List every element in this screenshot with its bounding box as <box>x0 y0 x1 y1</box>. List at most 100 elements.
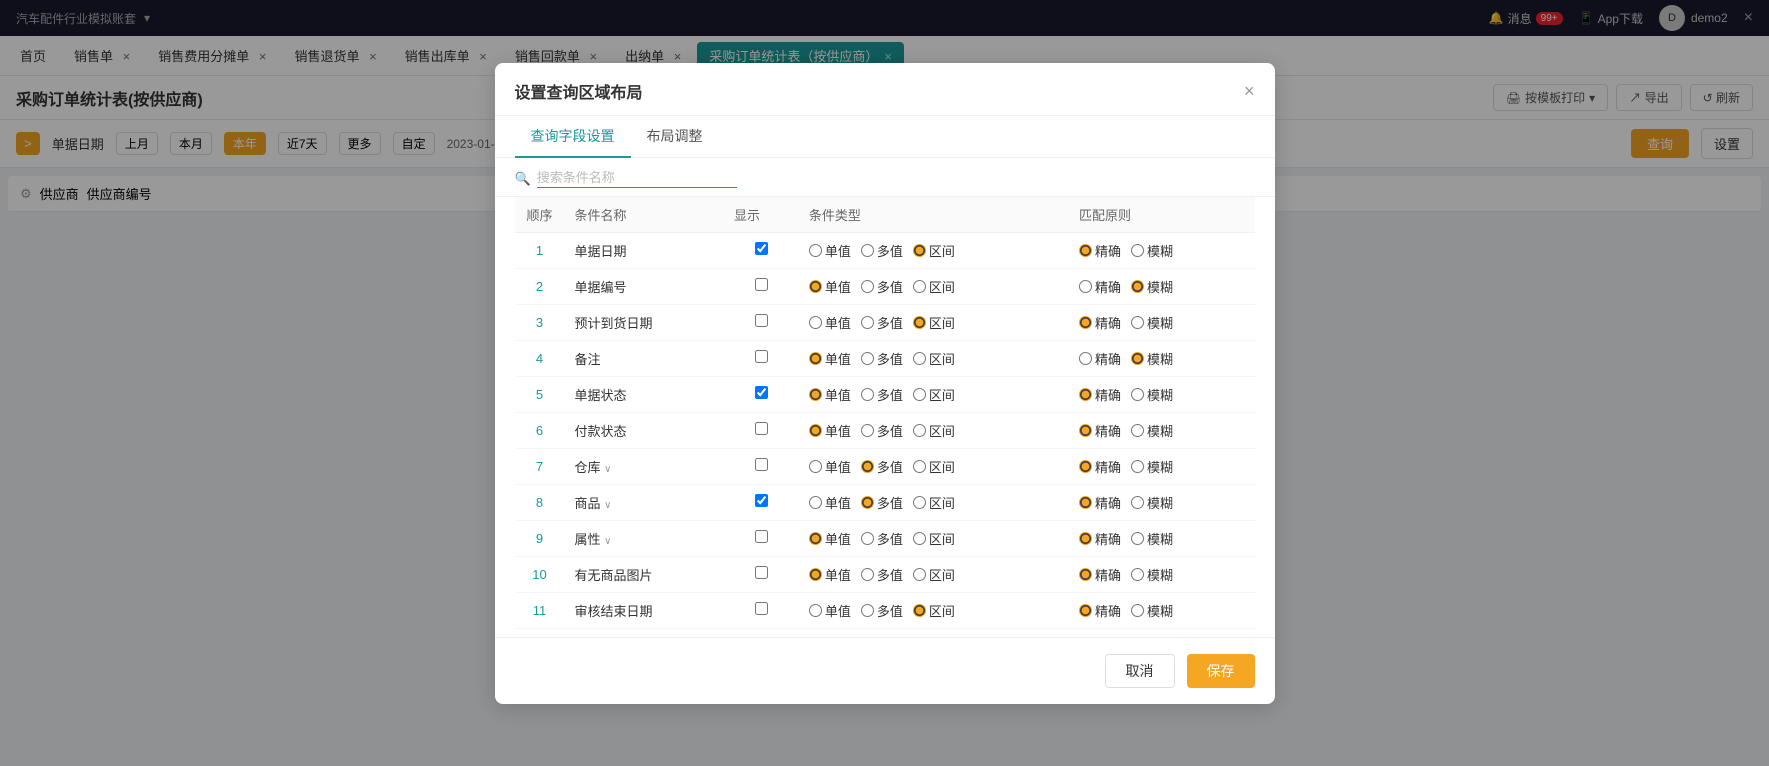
cell-match: 精确 模糊 <box>1069 376 1255 412</box>
type-radio-range[interactable]: 区间 <box>913 601 955 620</box>
cell-name: 单据编号 <box>565 268 724 304</box>
match-radio-exact[interactable]: 精确 <box>1079 349 1121 368</box>
match-radio-fuzzy[interactable]: 模糊 <box>1131 601 1173 620</box>
match-radio-exact[interactable]: 精确 <box>1079 385 1121 404</box>
match-radio-fuzzy[interactable]: 模糊 <box>1131 529 1173 548</box>
display-checkbox[interactable] <box>755 530 768 543</box>
type-radio-single[interactable]: 单值 <box>809 349 851 368</box>
type-radio-range[interactable]: 区间 <box>913 529 955 548</box>
type-radio-single[interactable]: 单值 <box>809 241 851 260</box>
match-radio-fuzzy[interactable]: 模糊 <box>1131 457 1173 476</box>
type-radio-range[interactable]: 区间 <box>913 349 955 368</box>
match-radio-exact[interactable]: 精确 <box>1079 529 1121 548</box>
tab-query-field-settings[interactable]: 查询字段设置 <box>515 116 631 158</box>
cell-name: 付款状态 <box>565 412 724 448</box>
match-radio-exact[interactable]: 精确 <box>1079 277 1121 296</box>
type-radio-multi[interactable]: 多值 <box>861 457 903 476</box>
display-checkbox[interactable] <box>755 566 768 579</box>
dialog-close-btn[interactable]: × <box>1244 82 1255 100</box>
cell-match: 精确 模糊 <box>1069 268 1255 304</box>
cell-order: 8 <box>515 484 565 520</box>
match-radio-fuzzy[interactable]: 模糊 <box>1131 349 1173 368</box>
type-radio-range[interactable]: 区间 <box>913 493 955 512</box>
match-radio-exact[interactable]: 精确 <box>1079 493 1121 512</box>
type-radio-single[interactable]: 单值 <box>809 313 851 332</box>
match-radio-fuzzy[interactable]: 模糊 <box>1131 313 1173 332</box>
cell-display[interactable] <box>724 268 799 304</box>
cell-display[interactable] <box>724 484 799 520</box>
match-radio-exact[interactable]: 精确 <box>1079 601 1121 620</box>
type-radio-range[interactable]: 区间 <box>913 385 955 404</box>
display-checkbox[interactable] <box>755 386 768 399</box>
type-radio-range[interactable]: 区间 <box>913 277 955 296</box>
type-radio-multi[interactable]: 多值 <box>861 313 903 332</box>
type-radio-single[interactable]: 单值 <box>809 529 851 548</box>
dialog-footer: 取消 保存 <box>495 637 1275 704</box>
match-radio-exact[interactable]: 精确 <box>1079 457 1121 476</box>
display-checkbox[interactable] <box>755 494 768 507</box>
cell-name: 审核结束日期 <box>565 592 724 628</box>
save-button[interactable]: 保存 <box>1187 654 1255 688</box>
cell-display[interactable] <box>724 520 799 556</box>
cell-match: 精确 模糊 <box>1069 340 1255 376</box>
type-radio-multi[interactable]: 多值 <box>861 421 903 440</box>
type-radio-range[interactable]: 区间 <box>913 241 955 260</box>
type-radio-multi[interactable]: 多值 <box>861 493 903 512</box>
type-radio-single[interactable]: 单值 <box>809 493 851 512</box>
type-radio-multi[interactable]: 多值 <box>861 349 903 368</box>
type-radio-single[interactable]: 单值 <box>809 457 851 476</box>
type-radio-multi[interactable]: 多值 <box>861 241 903 260</box>
cell-display[interactable] <box>724 448 799 484</box>
cancel-button[interactable]: 取消 <box>1105 654 1175 688</box>
match-radio-exact[interactable]: 精确 <box>1079 241 1121 260</box>
type-radio-single[interactable]: 单值 <box>809 565 851 584</box>
type-radio-range[interactable]: 区间 <box>913 421 955 440</box>
cell-display[interactable] <box>724 592 799 628</box>
cell-display[interactable] <box>724 412 799 448</box>
display-checkbox[interactable] <box>755 422 768 435</box>
type-radio-range[interactable]: 区间 <box>913 565 955 584</box>
match-radio-exact[interactable]: 精确 <box>1079 565 1121 584</box>
match-radio-fuzzy[interactable]: 模糊 <box>1131 565 1173 584</box>
col-order: 顺序 <box>515 197 565 233</box>
match-radio-fuzzy[interactable]: 模糊 <box>1131 421 1173 440</box>
display-checkbox[interactable] <box>755 314 768 327</box>
match-radio-fuzzy[interactable]: 模糊 <box>1131 277 1173 296</box>
type-radio-single[interactable]: 单值 <box>809 421 851 440</box>
cell-match: 精确 模糊 <box>1069 448 1255 484</box>
type-radio-multi[interactable]: 多值 <box>861 385 903 404</box>
display-checkbox[interactable] <box>755 242 768 255</box>
match-radio-fuzzy[interactable]: 模糊 <box>1131 493 1173 512</box>
match-radio-fuzzy[interactable]: 模糊 <box>1131 241 1173 260</box>
settings-dialog: 设置查询区域布局 × 查询字段设置 布局调整 🔍 顺序 条件名称 显示 条件类型 <box>495 63 1275 704</box>
type-radio-single[interactable]: 单值 <box>809 601 851 620</box>
cell-order: 5 <box>515 376 565 412</box>
type-radio-single[interactable]: 单值 <box>809 385 851 404</box>
display-checkbox[interactable] <box>755 458 768 471</box>
cell-display[interactable] <box>724 556 799 592</box>
type-radio-range[interactable]: 区间 <box>913 457 955 476</box>
cell-type: 单值 多值 区间 <box>799 304 1069 340</box>
type-radio-multi[interactable]: 多值 <box>861 565 903 584</box>
match-radio-exact[interactable]: 精确 <box>1079 421 1121 440</box>
table-row: 7 仓库 ∨ 单值 多值 区间 <box>515 448 1255 484</box>
type-radio-range[interactable]: 区间 <box>913 313 955 332</box>
type-radio-single[interactable]: 单值 <box>809 277 851 296</box>
type-radio-multi[interactable]: 多值 <box>861 529 903 548</box>
cell-display[interactable] <box>724 376 799 412</box>
dialog-tabs: 查询字段设置 布局调整 <box>495 116 1275 158</box>
type-radio-multi[interactable]: 多值 <box>861 601 903 620</box>
tab-layout-adjust[interactable]: 布局调整 <box>631 116 719 158</box>
match-radio-fuzzy[interactable]: 模糊 <box>1131 385 1173 404</box>
search-input[interactable] <box>537 170 737 188</box>
cell-display[interactable] <box>724 304 799 340</box>
match-radio-exact[interactable]: 精确 <box>1079 313 1121 332</box>
type-radio-multi[interactable]: 多值 <box>861 277 903 296</box>
cell-display[interactable] <box>724 232 799 268</box>
display-checkbox[interactable] <box>755 278 768 291</box>
cell-display[interactable] <box>724 340 799 376</box>
dialog-search-area: 🔍 <box>495 158 1275 197</box>
display-checkbox[interactable] <box>755 350 768 363</box>
display-checkbox[interactable] <box>755 602 768 615</box>
dialog-title: 设置查询区域布局 <box>515 79 643 103</box>
